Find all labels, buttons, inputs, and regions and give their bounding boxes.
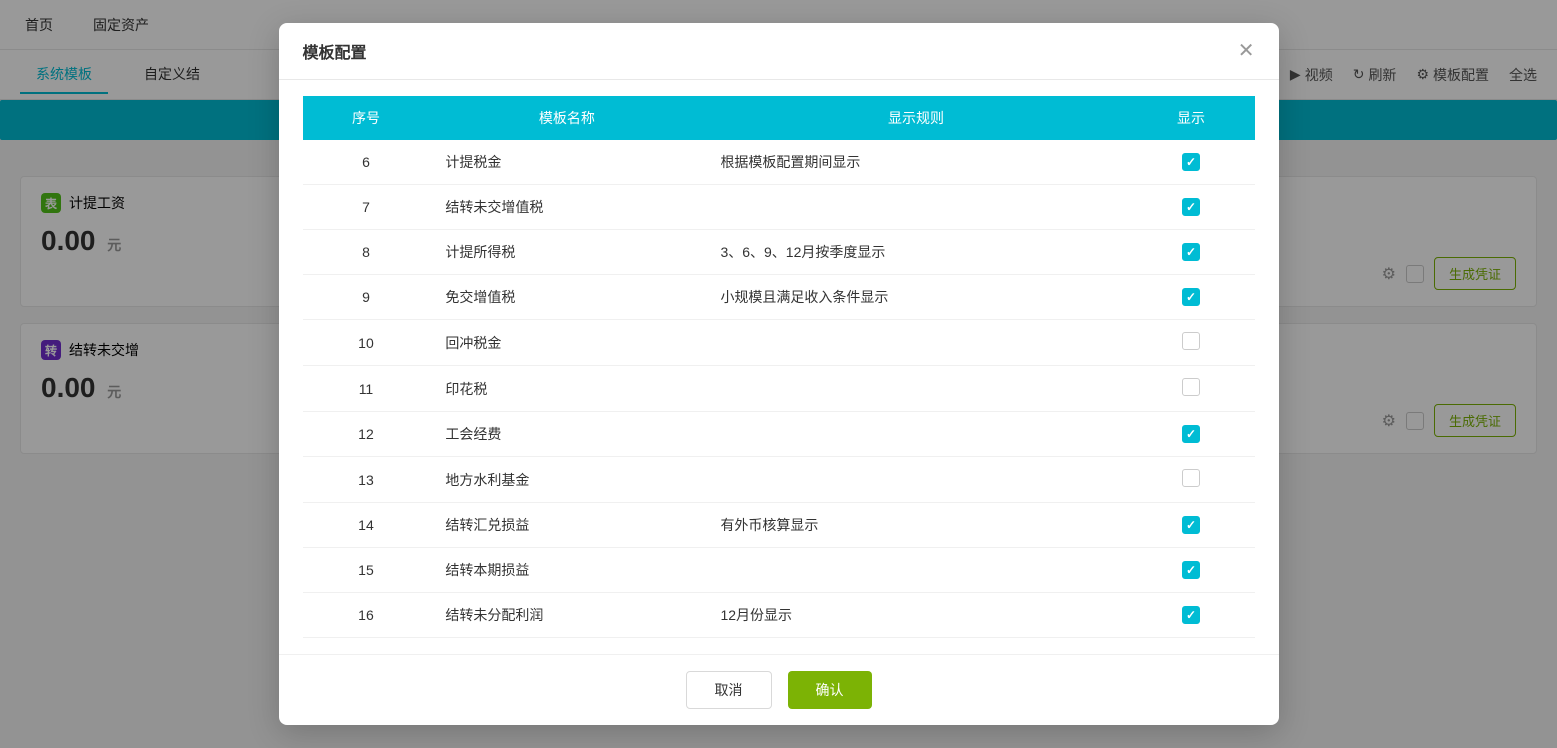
cell-index: 6 — [303, 140, 430, 185]
cell-display — [1128, 548, 1255, 593]
cell-name: 回冲税金 — [429, 320, 704, 366]
checkbox-13[interactable] — [1182, 469, 1200, 487]
table-row: 12工会经费 — [303, 412, 1255, 457]
cell-display — [1128, 412, 1255, 457]
cell-rule — [704, 185, 1127, 230]
cell-name: 计提税金 — [429, 140, 704, 185]
cell-rule: 小规模且满足收入条件显示 — [704, 275, 1127, 320]
cell-display — [1128, 275, 1255, 320]
cell-name: 结转汇兑损益 — [429, 503, 704, 548]
checkbox-15[interactable] — [1182, 561, 1200, 579]
cell-display — [1128, 593, 1255, 638]
cell-name: 工会经费 — [429, 412, 704, 457]
checkbox-11[interactable] — [1182, 378, 1200, 396]
cell-rule: 有外币核算显示 — [704, 503, 1127, 548]
cell-display — [1128, 230, 1255, 275]
table-row: 10回冲税金 — [303, 320, 1255, 366]
cell-index: 16 — [303, 593, 430, 638]
table-row: 8计提所得税3、6、9、12月按季度显示 — [303, 230, 1255, 275]
table-row: 14结转汇兑损益有外币核算显示 — [303, 503, 1255, 548]
table-row: 6计提税金根据模板配置期间显示 — [303, 140, 1255, 185]
cell-name: 结转未分配利润 — [429, 593, 704, 638]
dialog-close-button[interactable]: ✕ — [1238, 41, 1255, 61]
cell-index: 12 — [303, 412, 430, 457]
cell-index: 10 — [303, 320, 430, 366]
checkbox-6[interactable] — [1182, 153, 1200, 171]
table-row: 7结转未交增值税 — [303, 185, 1255, 230]
cell-name: 计提所得税 — [429, 230, 704, 275]
table-head-row: 序号 模板名称 显示规则 显示 — [303, 96, 1255, 140]
col-rule: 显示规则 — [704, 96, 1127, 140]
table-row: 13地方水利基金 — [303, 457, 1255, 503]
template-config-dialog: 模板配置 ✕ 序号 模板名称 显示规则 显示 6计提税金根据模板配置期间显示7结… — [279, 23, 1279, 725]
table-row: 15结转本期损益 — [303, 548, 1255, 593]
cell-index: 13 — [303, 457, 430, 503]
cell-display — [1128, 140, 1255, 185]
col-display: 显示 — [1128, 96, 1255, 140]
dialog-footer: 取消 确认 — [279, 654, 1279, 725]
checkbox-14[interactable] — [1182, 516, 1200, 534]
confirm-button[interactable]: 确认 — [788, 671, 872, 709]
cell-rule — [704, 457, 1127, 503]
col-name: 模板名称 — [429, 96, 704, 140]
checkbox-12[interactable] — [1182, 425, 1200, 443]
cell-rule — [704, 366, 1127, 412]
config-table: 序号 模板名称 显示规则 显示 6计提税金根据模板配置期间显示7结转未交增值税8… — [303, 96, 1255, 638]
cell-rule: 3、6、9、12月按季度显示 — [704, 230, 1127, 275]
dialog-header: 模板配置 ✕ — [279, 23, 1279, 80]
dialog-body: 序号 模板名称 显示规则 显示 6计提税金根据模板配置期间显示7结转未交增值税8… — [279, 80, 1279, 654]
checkbox-9[interactable] — [1182, 288, 1200, 306]
cell-index: 15 — [303, 548, 430, 593]
cancel-button[interactable]: 取消 — [686, 671, 772, 709]
cell-index: 9 — [303, 275, 430, 320]
checkbox-16[interactable] — [1182, 606, 1200, 624]
checkbox-8[interactable] — [1182, 243, 1200, 261]
cell-display — [1128, 185, 1255, 230]
cell-index: 14 — [303, 503, 430, 548]
cell-name: 地方水利基金 — [429, 457, 704, 503]
table-row: 11印花税 — [303, 366, 1255, 412]
cell-rule — [704, 548, 1127, 593]
cell-rule: 12月份显示 — [704, 593, 1127, 638]
checkbox-10[interactable] — [1182, 332, 1200, 350]
cell-display — [1128, 457, 1255, 503]
cell-index: 8 — [303, 230, 430, 275]
cell-index: 11 — [303, 366, 430, 412]
cell-rule: 根据模板配置期间显示 — [704, 140, 1127, 185]
cell-display — [1128, 503, 1255, 548]
cell-name: 结转未交增值税 — [429, 185, 704, 230]
table-row: 16结转未分配利润12月份显示 — [303, 593, 1255, 638]
table-head: 序号 模板名称 显示规则 显示 — [303, 96, 1255, 140]
cell-display — [1128, 366, 1255, 412]
dialog-overlay: 模板配置 ✕ 序号 模板名称 显示规则 显示 6计提税金根据模板配置期间显示7结… — [0, 0, 1557, 748]
cell-index: 7 — [303, 185, 430, 230]
dialog-title: 模板配置 — [303, 39, 367, 63]
cell-rule — [704, 412, 1127, 457]
col-index: 序号 — [303, 96, 430, 140]
cell-name: 结转本期损益 — [429, 548, 704, 593]
cell-name: 印花税 — [429, 366, 704, 412]
checkbox-7[interactable] — [1182, 198, 1200, 216]
cell-rule — [704, 320, 1127, 366]
table-body: 6计提税金根据模板配置期间显示7结转未交增值税8计提所得税3、6、9、12月按季… — [303, 140, 1255, 638]
cell-name: 免交增值税 — [429, 275, 704, 320]
table-row: 9免交增值税小规模且满足收入条件显示 — [303, 275, 1255, 320]
cell-display — [1128, 320, 1255, 366]
